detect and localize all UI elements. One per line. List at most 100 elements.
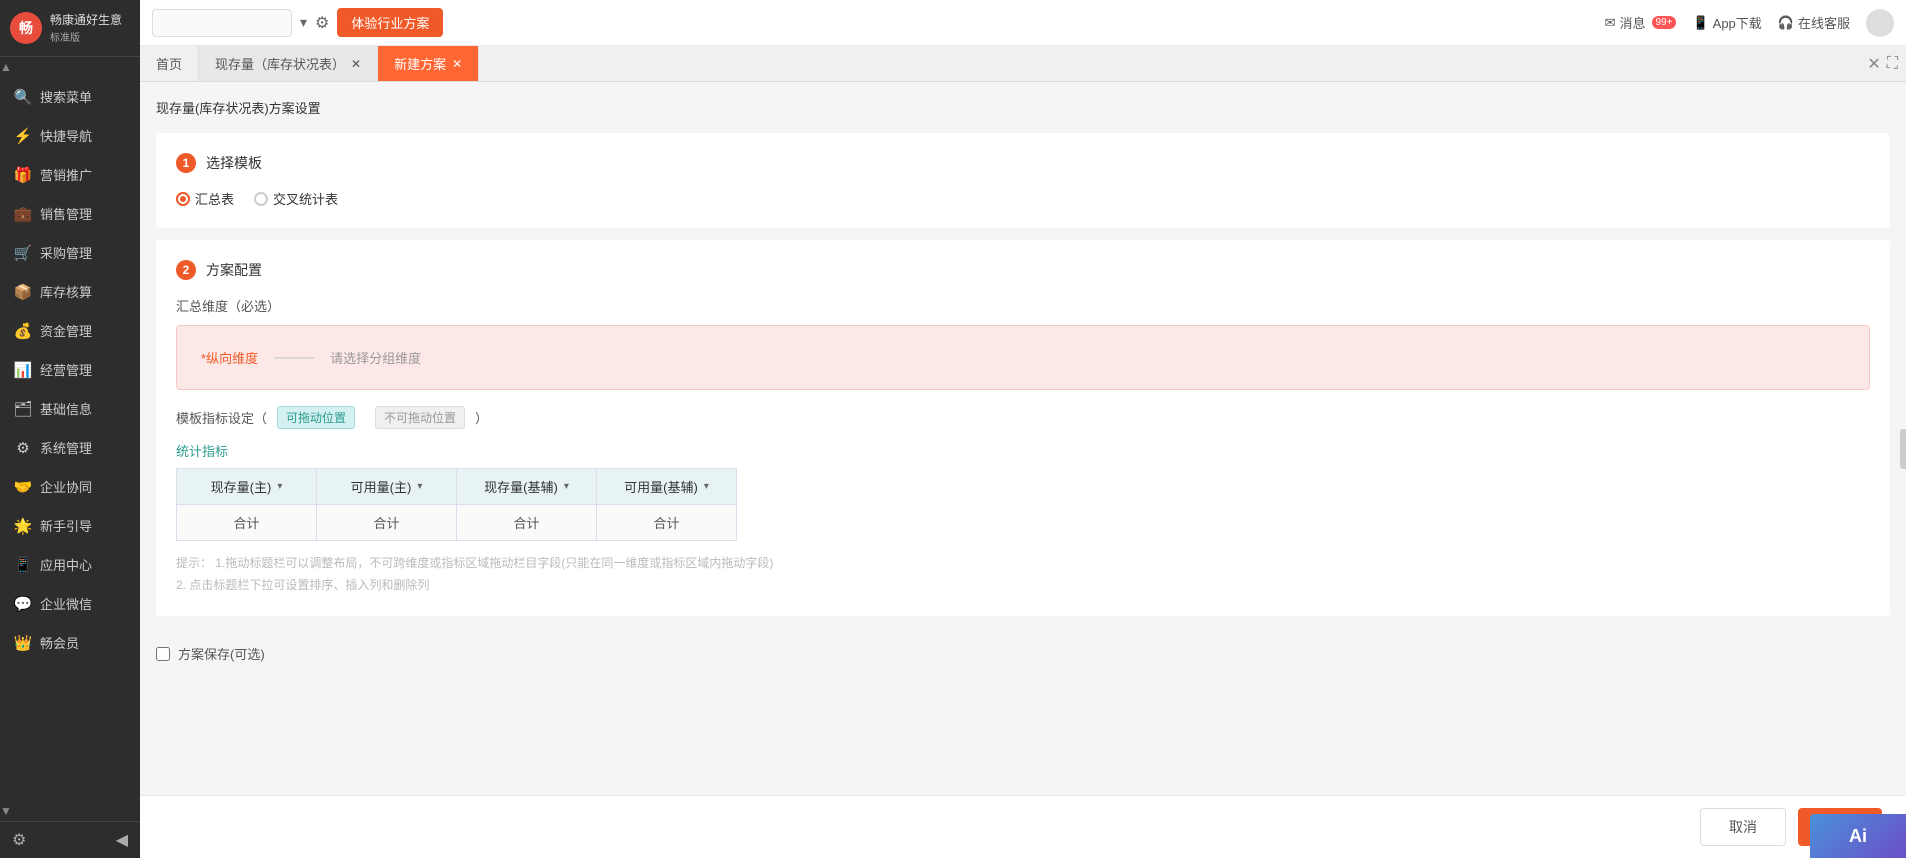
col-header-3[interactable]: 可用量(基辅) ▾ bbox=[597, 469, 737, 505]
table-cell-0-1: 合计 bbox=[317, 505, 457, 541]
tabbar: 首页 现存量（库存状况表） ✕ 新建方案 ✕ ✕ ⛶ bbox=[140, 46, 1906, 82]
sidebar-item-guide[interactable]: 🌟 新手引导 bbox=[0, 506, 140, 545]
app-center-icon: 📱 bbox=[14, 556, 32, 574]
wechat-icon: 💬 bbox=[14, 595, 32, 613]
col-chevron-3: ▾ bbox=[704, 481, 709, 492]
tab-new-scheme[interactable]: 新建方案 ✕ bbox=[378, 46, 479, 81]
cooperation-icon: 🤝 bbox=[14, 478, 32, 496]
step1-card: 1 选择模板 汇总表 交叉统计表 bbox=[156, 133, 1890, 228]
dimension-placeholder: 请选择分组维度 bbox=[330, 348, 421, 367]
draggable-indicator: 可拖动位置 bbox=[277, 406, 355, 429]
sidebar-item-app-center[interactable]: 📱 应用中心 bbox=[0, 545, 140, 584]
topbar-dropdown-button[interactable]: ▾ bbox=[300, 14, 307, 31]
marketing-icon: 🎁 bbox=[14, 166, 32, 184]
collapse-icon[interactable]: ◀ bbox=[116, 830, 128, 850]
col-chevron-0: ▾ bbox=[277, 481, 282, 492]
trial-button[interactable]: 体验行业方案 bbox=[337, 8, 443, 37]
tab-home-label: 首页 bbox=[156, 54, 182, 73]
save-checkbox-label: 方案保存(可选) bbox=[178, 644, 265, 663]
table-cell-0-3: 合计 bbox=[597, 505, 737, 541]
finance-icon: 💰 bbox=[14, 322, 32, 340]
indicator-setting-close: ） bbox=[475, 408, 488, 427]
step1-badge: 1 bbox=[176, 153, 196, 173]
col-header-1[interactable]: 可用量(主) ▾ bbox=[317, 469, 457, 505]
save-checkbox[interactable] bbox=[156, 647, 170, 661]
sidebar-item-label-operation: 经营管理 bbox=[40, 360, 92, 379]
sidebar-nav: 🔍 搜索菜单 ⚡ 快捷导航 🎁 营销推广 💼 销售管理 🛒 采购管理 📦 库存核… bbox=[0, 77, 140, 801]
sidebar-item-purchase[interactable]: 🛒 采购管理 bbox=[0, 233, 140, 272]
user-avatar[interactable] bbox=[1866, 9, 1894, 37]
sidebar-item-label-system: 系统管理 bbox=[40, 438, 92, 457]
expand-button[interactable]: ⛶ bbox=[1887, 54, 1898, 74]
message-badge: 99+ bbox=[1652, 16, 1677, 29]
sidebar-item-label-quick-nav: 快捷导航 bbox=[40, 126, 92, 145]
col-header-2[interactable]: 现存量(基辅) ▾ bbox=[457, 469, 597, 505]
radio-cross-dot bbox=[254, 192, 268, 206]
sidebar: 畅 畅康通好生意 标准版 ▲ 🔍 搜索菜单 ⚡ 快捷导航 🎁 营销推广 💼 销售… bbox=[0, 0, 140, 858]
sidebar-item-label-app-center: 应用中心 bbox=[40, 555, 92, 574]
message-button[interactable]: ✉ 消息 99+ bbox=[1605, 13, 1677, 32]
step1-title: 选择模板 bbox=[206, 153, 262, 173]
sidebar-item-cooperation[interactable]: 🤝 企业协同 bbox=[0, 467, 140, 506]
guide-icon: 🌟 bbox=[14, 517, 32, 535]
topbar-search-input[interactable] bbox=[152, 9, 292, 37]
sidebar-item-member[interactable]: 👑 畅会员 bbox=[0, 623, 140, 662]
cancel-button[interactable]: 取消 bbox=[1700, 808, 1786, 846]
col-header-0[interactable]: 现存量(主) ▾ bbox=[177, 469, 317, 505]
app-download-button[interactable]: 📱 App下载 bbox=[1692, 13, 1761, 32]
sidebar-item-inventory[interactable]: 📦 库存核算 bbox=[0, 272, 140, 311]
ai-badge[interactable]: Ai bbox=[1810, 814, 1906, 858]
sidebar-item-label-sales: 销售管理 bbox=[40, 204, 92, 223]
dimension-field-label: 汇总维度（必选） bbox=[176, 296, 1870, 315]
sidebar-item-search-menu[interactable]: 🔍 搜索菜单 bbox=[0, 77, 140, 116]
tab-inventory-status[interactable]: 现存量（库存状况表） ✕ bbox=[199, 46, 378, 81]
main-area: ▾ ⚙ 体验行业方案 ✉ 消息 99+ 📱 App下载 🎧 在线客服 首页 bbox=[140, 0, 1906, 858]
app-name: 畅康通好生意 bbox=[50, 12, 122, 29]
topbar-gear-icon[interactable]: ⚙ bbox=[315, 13, 329, 33]
radio-cross[interactable]: 交叉统计表 bbox=[254, 189, 338, 208]
sidebar-item-marketing[interactable]: 🎁 营销推广 bbox=[0, 155, 140, 194]
hint-text-0: 提示： 1.拖动标题栏可以调整布局，不可跨维度或指标区域拖动栏目字段(只能在同一… bbox=[176, 553, 1870, 575]
stats-label: 统计指标 bbox=[176, 441, 1870, 460]
sidebar-item-finance[interactable]: 💰 资金管理 bbox=[0, 311, 140, 350]
tab-home[interactable]: 首页 bbox=[140, 46, 199, 81]
sidebar-item-operation[interactable]: 📊 经营管理 bbox=[0, 350, 140, 389]
tab-inventory-status-label: 现存量（库存状况表） bbox=[215, 54, 345, 73]
indicator-setting: 模板指标设定（ 可拖动位置 不可拖动位置 ） bbox=[176, 406, 1870, 429]
sidebar-item-label-wechat: 企业微信 bbox=[40, 594, 92, 613]
resize-handle[interactable] bbox=[1900, 429, 1906, 469]
sidebar-scroll-down[interactable]: ▼ bbox=[0, 801, 140, 821]
save-row: 方案保存(可选) bbox=[156, 628, 1890, 671]
table-cell-0-0: 合计 bbox=[177, 505, 317, 541]
sidebar-item-quick-nav[interactable]: ⚡ 快捷导航 bbox=[0, 116, 140, 155]
radio-summary[interactable]: 汇总表 bbox=[176, 189, 234, 208]
dimension-area[interactable]: *纵向维度 —— 请选择分组维度 bbox=[176, 325, 1870, 390]
sidebar-item-wechat[interactable]: 💬 企业微信 bbox=[0, 584, 140, 623]
app-download-label: App下载 bbox=[1713, 13, 1762, 32]
purchase-icon: 🛒 bbox=[14, 244, 32, 262]
quick-nav-icon: ⚡ bbox=[14, 127, 32, 145]
settings-footer-icon[interactable]: ⚙ bbox=[12, 830, 26, 850]
sidebar-item-base-info[interactable]: 🗂 基础信息 bbox=[0, 389, 140, 428]
sidebar-logo: 畅 畅康通好生意 标准版 bbox=[0, 0, 140, 57]
hint-text-1: 2. 点击标题栏下拉可设置排序、插入列和删除列 bbox=[176, 575, 1870, 597]
tab-inventory-status-close[interactable]: ✕ bbox=[351, 57, 361, 71]
table-row-0: 合计 合计 合计 合计 bbox=[177, 505, 737, 541]
minimize-button[interactable]: ✕ bbox=[1867, 54, 1880, 74]
content-area: 现存量(库存状况表)方案设置 1 选择模板 汇总表 交叉统计表 bbox=[140, 82, 1906, 795]
step2-badge: 2 bbox=[176, 260, 196, 280]
sidebar-item-system[interactable]: ⚙ 系统管理 bbox=[0, 428, 140, 467]
tab-new-scheme-close[interactable]: ✕ bbox=[452, 57, 462, 71]
base-info-icon: 🗂 bbox=[14, 400, 32, 418]
tabbar-resize-controls: ✕ ⛶ bbox=[1859, 54, 1906, 74]
radio-summary-dot bbox=[176, 192, 190, 206]
topbar-right: ✉ 消息 99+ 📱 App下载 🎧 在线客服 bbox=[1605, 9, 1894, 37]
non-draggable-indicator: 不可拖动位置 bbox=[375, 406, 465, 429]
sidebar-item-label-inventory: 库存核算 bbox=[40, 282, 92, 301]
sidebar-item-sales[interactable]: 💼 销售管理 bbox=[0, 194, 140, 233]
sidebar-scroll-up[interactable]: ▲ bbox=[0, 57, 140, 77]
operation-icon: 📊 bbox=[14, 361, 32, 379]
step2-card: 2 方案配置 汇总维度（必选） *纵向维度 —— 请选择分组维度 模板指标设定（… bbox=[156, 240, 1890, 616]
online-service-button[interactable]: 🎧 在线客服 bbox=[1778, 13, 1850, 32]
tab-new-scheme-label: 新建方案 bbox=[394, 54, 446, 73]
